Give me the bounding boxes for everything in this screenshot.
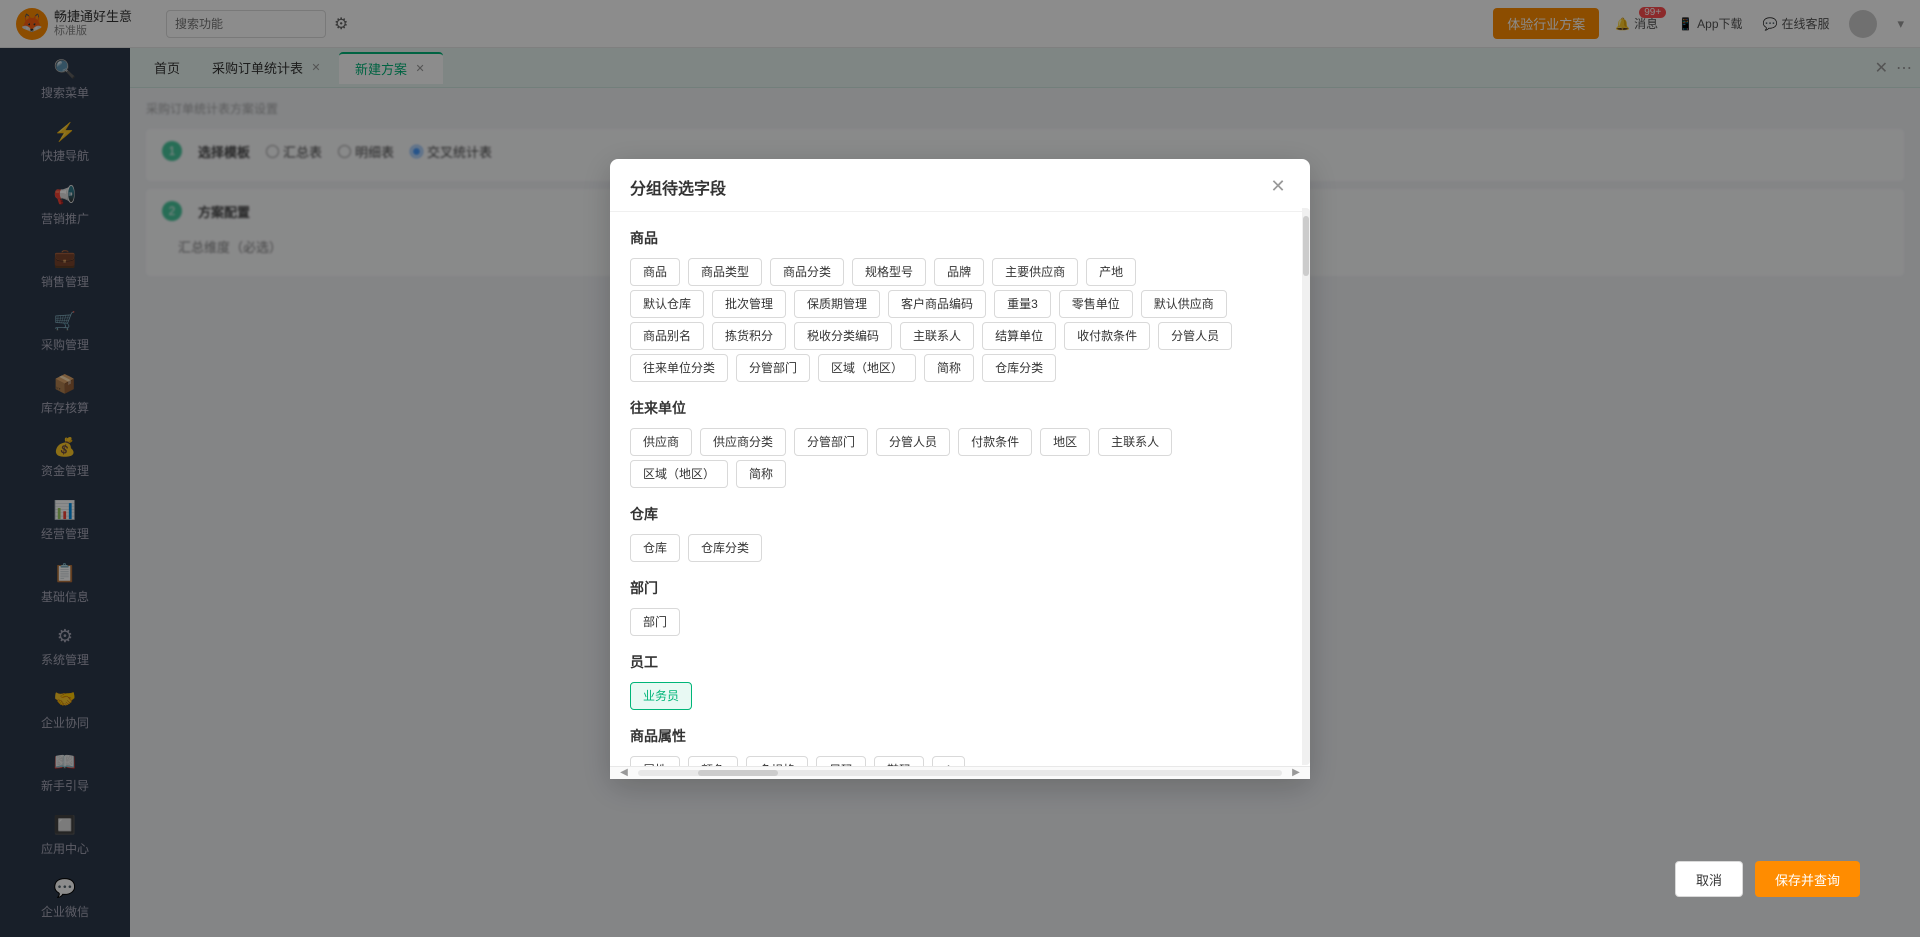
tag-warehouse-cat[interactable]: 仓库分类 (982, 354, 1056, 382)
scroll-track (638, 770, 1282, 776)
tag-payment-condition[interactable]: 付款条件 (958, 428, 1032, 456)
section-label-employee: 员工 (630, 652, 1290, 672)
tag-customer-code[interactable]: 客户商品编码 (888, 290, 986, 318)
tag-payment-terms[interactable]: 收付款条件 (1064, 322, 1150, 350)
dialog-header: 分组待选字段 ✕ (610, 159, 1310, 212)
tag-one[interactable]: 1 (932, 756, 965, 767)
tags-product-row2: 默认仓库 批次管理 保质期管理 客户商品编码 重量3 零售单位 默认供应商 (630, 290, 1290, 318)
dialog-footer: 取消 保存并查询 (1675, 861, 1860, 897)
dialog-body[interactable]: 商品 商品 商品类型 商品分类 规格型号 品牌 主要供应商 产地 默认仓库 批次… (610, 212, 1310, 767)
tag-shoe-size[interactable]: 鞋码 (874, 756, 924, 767)
tag-mgmt-person[interactable]: 分管人员 (876, 428, 950, 456)
tag-region2[interactable]: 区域（地区） (630, 460, 728, 488)
section-label-product: 商品 (630, 228, 1290, 248)
tag-counterpart-category[interactable]: 往来单位分类 (630, 354, 728, 382)
tag-supplier[interactable]: 供应商 (630, 428, 692, 456)
tag-dept[interactable]: 分管部门 (736, 354, 810, 382)
tag-weight3[interactable]: 重量3 (994, 290, 1051, 318)
tags-product-row3: 商品别名 拣货积分 税收分类编码 主联系人 结算单位 收付款条件 分管人员 (630, 322, 1290, 350)
tag-default-supplier[interactable]: 默认供应商 (1141, 290, 1227, 318)
tag-multi-spec[interactable]: 多规格 (746, 756, 808, 767)
tag-default-warehouse[interactable]: 默认仓库 (630, 290, 704, 318)
tag-department[interactable]: 部门 (630, 608, 680, 636)
tag-abbreviation[interactable]: 简称 (736, 460, 786, 488)
dialog-hscrollbar[interactable]: ◀ ▶ (610, 766, 1310, 778)
tag-expiry-mgmt[interactable]: 保质期管理 (794, 290, 880, 318)
tag-product-type[interactable]: 商品类型 (688, 258, 762, 286)
tag-warehouse-category[interactable]: 仓库分类 (688, 534, 762, 562)
tags-counterpart-row1: 供应商 供应商分类 分管部门 分管人员 付款条件 地区 主联系人 (630, 428, 1290, 456)
tag-attribute[interactable]: 属性 (630, 756, 680, 767)
tags-warehouse: 仓库 仓库分类 (630, 534, 1290, 562)
tag-mgmt-dept[interactable]: 分管部门 (794, 428, 868, 456)
section-label-product-attr: 商品属性 (630, 726, 1290, 746)
tag-region-area[interactable]: 区域（地区） (818, 354, 916, 382)
dialog-close-button[interactable]: ✕ (1266, 175, 1290, 199)
dialog-vscrollbar[interactable] (1302, 208, 1310, 765)
tag-pick-points[interactable]: 拣货积分 (712, 322, 786, 350)
tag-retail-unit[interactable]: 零售单位 (1059, 290, 1133, 318)
tag-size[interactable]: 尺码 (816, 756, 866, 767)
tag-warehouse[interactable]: 仓库 (630, 534, 680, 562)
tag-manager[interactable]: 分管人员 (1158, 322, 1232, 350)
scroll-right-icon[interactable]: ▶ (1286, 768, 1306, 778)
modal-overlay: 分组待选字段 ✕ 商品 商品 商品类型 商品分类 规格型号 品牌 主要供应商 产… (0, 0, 1920, 937)
tags-counterpart-row2: 区域（地区） 简称 (630, 460, 1290, 488)
tag-main-contact2[interactable]: 主联系人 (1098, 428, 1172, 456)
tag-settlement-unit[interactable]: 结算单位 (982, 322, 1056, 350)
tag-product-item[interactable]: 商品 (630, 258, 680, 286)
tag-spec-model[interactable]: 规格型号 (852, 258, 926, 286)
cancel-button[interactable]: 取消 (1675, 861, 1743, 897)
tag-batch-mgmt[interactable]: 批次管理 (712, 290, 786, 318)
vscroll-thumb[interactable] (1303, 216, 1309, 276)
tags-employee: 业务员 (630, 682, 1290, 710)
section-label-warehouse: 仓库 (630, 504, 1290, 524)
tag-product-category[interactable]: 商品分类 (770, 258, 844, 286)
tag-product-alias[interactable]: 商品别名 (630, 322, 704, 350)
tag-supplier-category[interactable]: 供应商分类 (700, 428, 786, 456)
tag-main-supplier[interactable]: 主要供应商 (992, 258, 1078, 286)
tag-brand[interactable]: 品牌 (934, 258, 984, 286)
section-label-counterpart: 往来单位 (630, 398, 1290, 418)
dialog-title: 分组待选字段 (630, 175, 726, 199)
tags-product: 商品 商品类型 商品分类 规格型号 品牌 主要供应商 产地 (630, 258, 1290, 286)
dialog: 分组待选字段 ✕ 商品 商品 商品类型 商品分类 规格型号 品牌 主要供应商 产… (610, 159, 1310, 779)
tag-short-name[interactable]: 简称 (924, 354, 974, 382)
tag-salesperson[interactable]: 业务员 (630, 682, 692, 710)
scroll-left-icon[interactable]: ◀ (614, 768, 634, 778)
tag-main-contact[interactable]: 主联系人 (900, 322, 974, 350)
tag-tax-code[interactable]: 税收分类编码 (794, 322, 892, 350)
tags-department: 部门 (630, 608, 1290, 636)
scroll-thumb[interactable] (698, 770, 778, 776)
tag-origin[interactable]: 产地 (1086, 258, 1136, 286)
tags-product-attr: 属性 颜色 多规格 尺码 鞋码 1 (630, 756, 1290, 767)
tag-color[interactable]: 颜色 (688, 756, 738, 767)
tag-area[interactable]: 地区 (1040, 428, 1090, 456)
section-label-department: 部门 (630, 578, 1290, 598)
confirm-button[interactable]: 保存并查询 (1755, 861, 1860, 897)
tags-product-row4: 往来单位分类 分管部门 区域（地区） 简称 仓库分类 (630, 354, 1290, 382)
